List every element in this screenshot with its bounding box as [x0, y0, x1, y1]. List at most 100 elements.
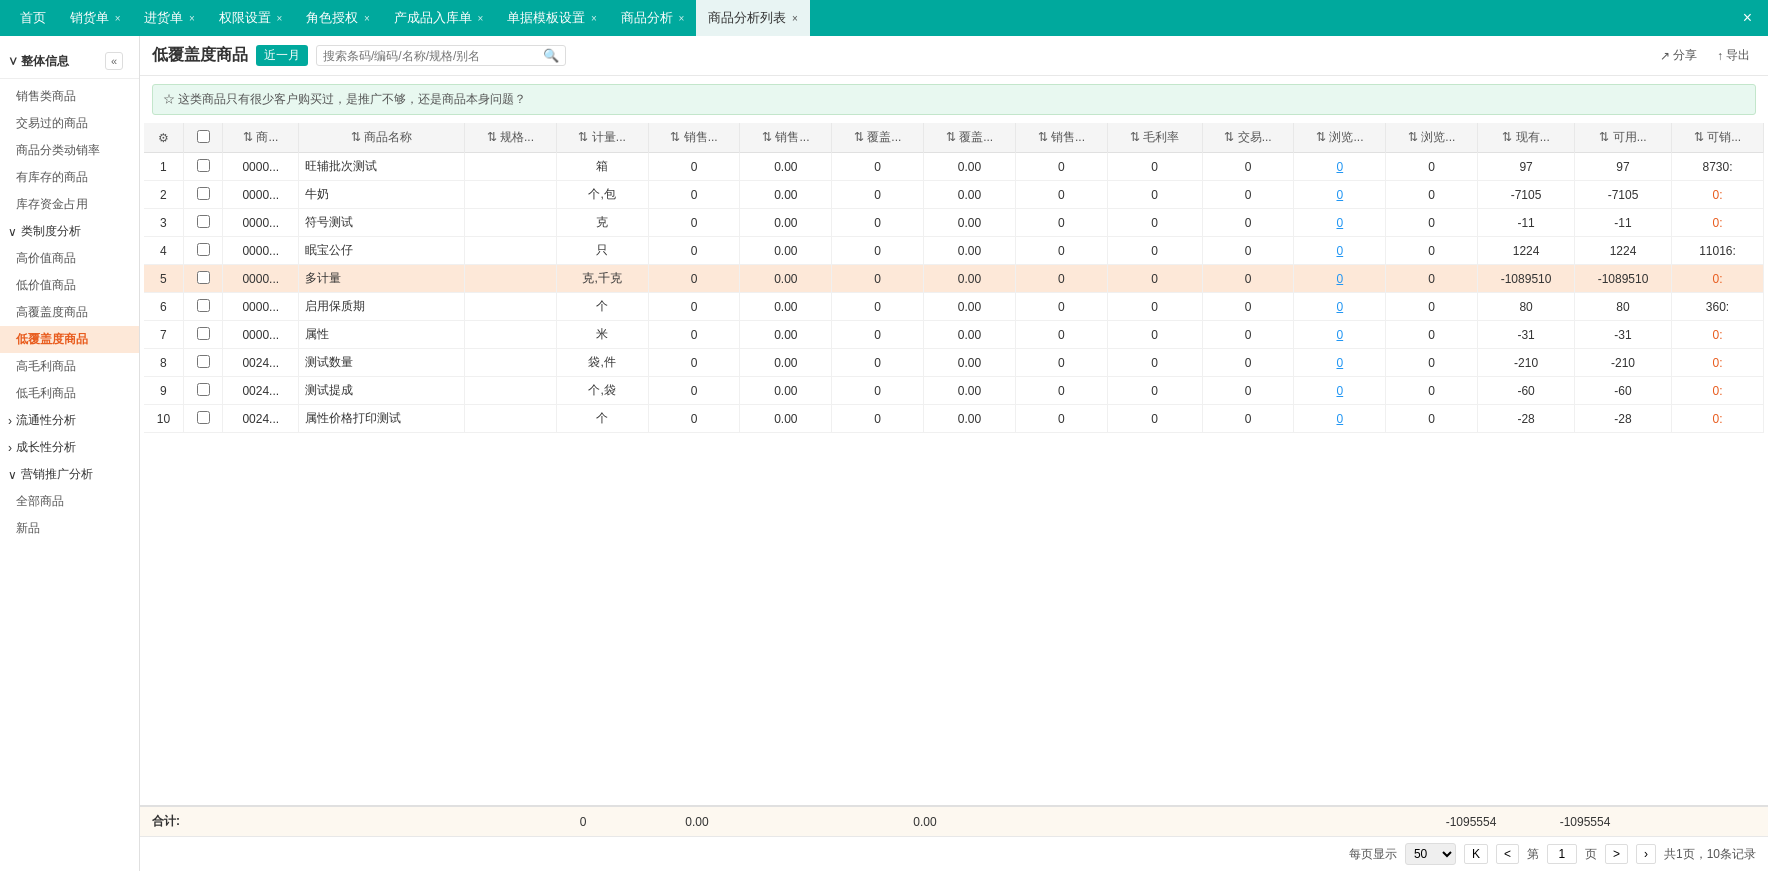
nav-close-products[interactable]: ×: [478, 13, 484, 24]
row-views1[interactable]: 0: [1294, 405, 1386, 433]
row-checkbox[interactable]: [183, 293, 223, 321]
row-views1[interactable]: 0: [1294, 293, 1386, 321]
sidebar-collapse-button[interactable]: «: [105, 52, 123, 70]
nav-item-home[interactable]: 首页: [8, 0, 58, 36]
row-checkbox[interactable]: [183, 153, 223, 181]
col-transactions[interactable]: ⇅ 交易...: [1202, 123, 1294, 153]
col-cov1[interactable]: ⇅ 覆盖...: [832, 123, 924, 153]
nav-close-permissions[interactable]: ×: [277, 13, 283, 24]
col-code[interactable]: ⇅ 商...: [223, 123, 299, 153]
nav-close-sales[interactable]: ×: [115, 13, 121, 24]
row-select-checkbox[interactable]: [197, 411, 210, 424]
col-cov2[interactable]: ⇅ 覆盖...: [924, 123, 1016, 153]
sidebar-item-goods-turnover[interactable]: 商品分类动销率: [0, 137, 139, 164]
col-settings[interactable]: ⚙: [144, 123, 183, 153]
select-all-checkbox[interactable]: [197, 130, 210, 143]
row-select-checkbox[interactable]: [197, 383, 210, 396]
col-views1[interactable]: ⇅ 浏览...: [1294, 123, 1386, 153]
sidebar-item-all-goods[interactable]: 全部商品: [0, 488, 139, 515]
page-input[interactable]: [1547, 844, 1577, 864]
col-available[interactable]: ⇅ 可用...: [1575, 123, 1672, 153]
sidebar-item-inventory-goods[interactable]: 有库存的商品: [0, 164, 139, 191]
col-sales-days[interactable]: ⇅ 销售...: [1015, 123, 1107, 153]
col-checkbox[interactable]: [183, 123, 223, 153]
sidebar-item-traded-goods[interactable]: 交易过的商品: [0, 110, 139, 137]
sidebar-item-high-profit[interactable]: 高毛利商品: [0, 353, 139, 380]
sidebar-item-sales-goods[interactable]: 销售类商品: [0, 83, 139, 110]
nav-close-analysis-list[interactable]: ×: [792, 13, 798, 24]
row-checkbox[interactable]: [183, 377, 223, 405]
row-views1[interactable]: 0: [1294, 153, 1386, 181]
nav-item-roles[interactable]: 角色授权 ×: [294, 0, 381, 36]
nav-close-template[interactable]: ×: [591, 13, 597, 24]
nav-close-roles[interactable]: ×: [364, 13, 370, 24]
row-select-checkbox[interactable]: [197, 243, 210, 256]
col-name[interactable]: ⇅ 商品名称: [299, 123, 465, 153]
col-spec[interactable]: ⇅ 规格...: [464, 123, 556, 153]
share-button[interactable]: ↗ 分享: [1654, 44, 1703, 67]
sidebar-item-high-coverage[interactable]: 高覆盖度商品: [0, 299, 139, 326]
table-container: ⚙ ⇅ 商... ⇅ 商品名称 ⇅ 规格... ⇅ 计量... ⇅ 销售... …: [144, 123, 1764, 805]
row-checkbox[interactable]: [183, 209, 223, 237]
sidebar-item-low-profit[interactable]: 低毛利商品: [0, 380, 139, 407]
time-filter-button[interactable]: 近一月: [256, 45, 308, 66]
row-cov1: 0: [832, 237, 924, 265]
row-views1[interactable]: 0: [1294, 265, 1386, 293]
nav-item-permissions[interactable]: 权限设置 ×: [207, 0, 294, 36]
nav-close-all-button[interactable]: ×: [1735, 9, 1760, 27]
col-sales-amt[interactable]: ⇅ 销售...: [740, 123, 832, 153]
nav-close-analysis[interactable]: ×: [678, 13, 684, 24]
row-views1[interactable]: 0: [1294, 209, 1386, 237]
row-checkbox[interactable]: [183, 237, 223, 265]
row-select-checkbox[interactable]: [197, 159, 210, 172]
row-select-checkbox[interactable]: [197, 215, 210, 228]
last-page-button[interactable]: ›: [1636, 844, 1656, 864]
row-views1[interactable]: 0: [1294, 321, 1386, 349]
sidebar-section-flow[interactable]: › 流通性分析: [0, 407, 139, 434]
sidebar-section-marketing[interactable]: ∨ 营销推广分析: [0, 461, 139, 488]
sidebar-item-new-goods[interactable]: 新品: [0, 515, 139, 542]
sidebar-item-low-coverage[interactable]: 低覆盖度商品: [0, 326, 139, 353]
sidebar-section-growth[interactable]: › 成长性分析: [0, 434, 139, 461]
search-input[interactable]: [323, 49, 539, 63]
col-unit[interactable]: ⇅ 计量...: [556, 123, 648, 153]
sidebar-item-high-value[interactable]: 高价值商品: [0, 245, 139, 272]
nav-item-sales[interactable]: 销货单 ×: [58, 0, 132, 36]
nav-item-template[interactable]: 单据模板设置 ×: [495, 0, 608, 36]
col-current[interactable]: ⇅ 现有...: [1478, 123, 1575, 153]
row-select-checkbox[interactable]: [197, 355, 210, 368]
nav-close-purchase[interactable]: ×: [189, 13, 195, 24]
row-checkbox[interactable]: [183, 349, 223, 377]
col-sellable[interactable]: ⇅ 可销...: [1672, 123, 1764, 153]
row-sales-days: 0: [1015, 377, 1107, 405]
nav-item-products[interactable]: 产成品入库单 ×: [382, 0, 495, 36]
nav-item-analysis-list[interactable]: 商品分析列表 ×: [696, 0, 809, 36]
row-gross-margin: 0: [1107, 209, 1202, 237]
row-checkbox[interactable]: [183, 405, 223, 433]
nav-item-purchase[interactable]: 进货单 ×: [132, 0, 206, 36]
sidebar-section-quality[interactable]: ∨ 类制度分析: [0, 218, 139, 245]
first-page-button[interactable]: K: [1464, 844, 1488, 864]
row-checkbox[interactable]: [183, 265, 223, 293]
col-sales-qty[interactable]: ⇅ 销售...: [648, 123, 740, 153]
sidebar-item-inventory-capital[interactable]: 库存资金占用: [0, 191, 139, 218]
row-checkbox[interactable]: [183, 181, 223, 209]
row-views1[interactable]: 0: [1294, 349, 1386, 377]
col-views2[interactable]: ⇅ 浏览...: [1386, 123, 1478, 153]
row-select-checkbox[interactable]: [197, 299, 210, 312]
row-views1[interactable]: 0: [1294, 237, 1386, 265]
row-views1[interactable]: 0: [1294, 181, 1386, 209]
row-views1[interactable]: 0: [1294, 377, 1386, 405]
row-views2: 0: [1386, 181, 1478, 209]
row-checkbox[interactable]: [183, 321, 223, 349]
prev-page-button[interactable]: <: [1496, 844, 1519, 864]
row-select-checkbox[interactable]: [197, 187, 210, 200]
nav-item-analysis[interactable]: 商品分析 ×: [609, 0, 696, 36]
col-gross-margin[interactable]: ⇅ 毛利率: [1107, 123, 1202, 153]
sidebar-item-low-value[interactable]: 低价值商品: [0, 272, 139, 299]
next-page-button[interactable]: >: [1605, 844, 1628, 864]
row-select-checkbox[interactable]: [197, 271, 210, 284]
export-button[interactable]: ↑ 导出: [1711, 44, 1756, 67]
row-select-checkbox[interactable]: [197, 327, 210, 340]
page-size-select[interactable]: 50 10 20 100: [1405, 843, 1456, 865]
